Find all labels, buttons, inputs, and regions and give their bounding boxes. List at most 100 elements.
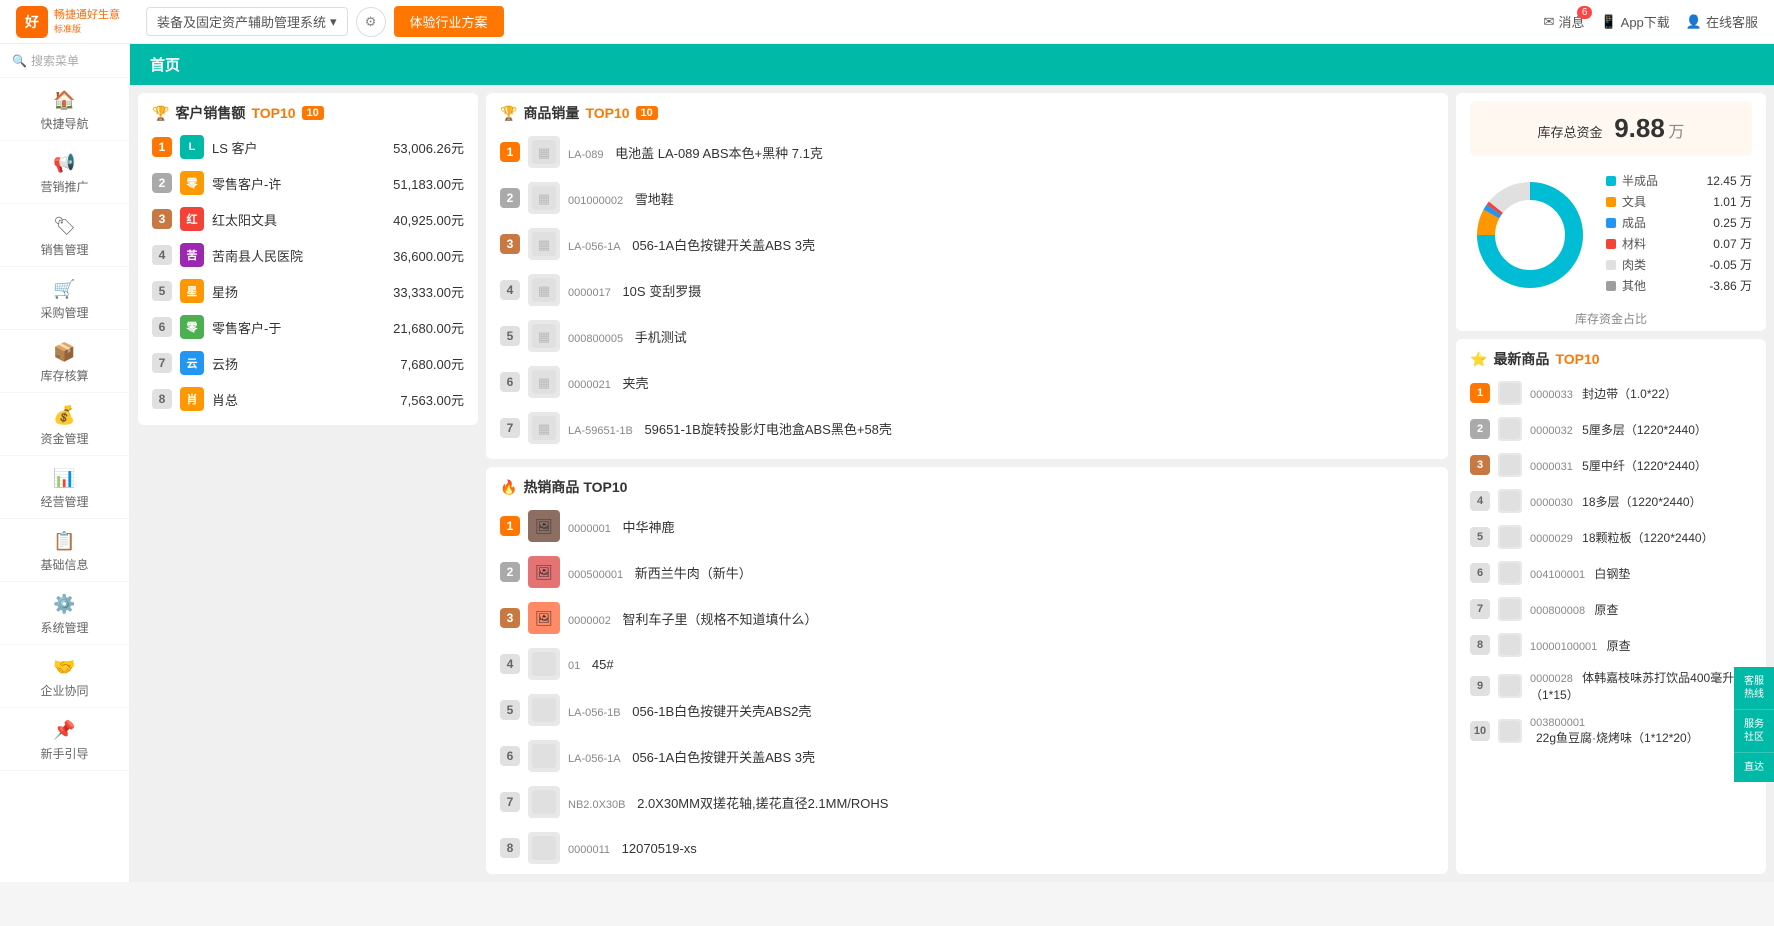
sidebar-item-inventory[interactable]: 📦 库存核算 bbox=[0, 330, 129, 393]
new-product-name: 原查 bbox=[1607, 639, 1631, 653]
new-product-item: 3 0000031 5厘中纤（1220*2440） bbox=[1456, 447, 1766, 483]
customer-ranking-body: 1 L LS 客户 53,006.26元 2 零 零售客户-许 51,183.0… bbox=[138, 129, 478, 425]
new-product-code: 0000032 bbox=[1530, 425, 1573, 437]
product-info: 0000011 12070519-xs bbox=[568, 841, 1434, 856]
rank-value: 7,680.00元 bbox=[400, 354, 464, 373]
basics-icon: 📋 bbox=[53, 531, 75, 552]
new-product-thumb bbox=[1498, 453, 1522, 477]
logo-sub: 标准版 bbox=[54, 22, 120, 35]
hot-rank-number: 4 bbox=[500, 654, 520, 674]
operations-icon: 📊 bbox=[53, 468, 75, 489]
sidebar-label-sales: 销售管理 bbox=[40, 241, 88, 258]
new-product-info: 10000100001 原查 bbox=[1530, 637, 1752, 654]
guide-icon: 📌 bbox=[53, 720, 75, 741]
new-rank-number: 1 bbox=[1470, 383, 1490, 403]
donut-section: 半成品 12.45 万 文具 1.01 万 成品 0 bbox=[1456, 164, 1766, 306]
sidebar-item-purchase[interactable]: 🛒 采购管理 bbox=[0, 267, 129, 330]
new-rank-number: 6 bbox=[1470, 563, 1490, 583]
hot-product-item: 7 NB2.0X30B 2.0X30MM双搓花轴,搓花直径2.1MM/ROHS bbox=[486, 779, 1448, 825]
legend-dot-meat bbox=[1606, 260, 1616, 270]
product-thumb: ▦ bbox=[528, 228, 560, 260]
rank-name: 苦南县人民医院 bbox=[212, 246, 385, 265]
rank-name: 零售客户-于 bbox=[212, 318, 385, 337]
product-name: 59651-1B旋转投影灯电池盒ABS黑色+58壳 bbox=[644, 422, 891, 437]
legend-item-other: 其他 -3.86 万 bbox=[1606, 277, 1752, 294]
settings-button[interactable]: ⚙ bbox=[356, 7, 386, 37]
rank-name: LS 客户 bbox=[212, 138, 385, 157]
product-thumb: ▦ bbox=[528, 366, 560, 398]
hot-product-item: 4 01 45# bbox=[486, 641, 1448, 687]
sidebar-item-cooperation[interactable]: 🤝 企业协同 bbox=[0, 645, 129, 708]
inventory-total: 库存总资金 9.88 万 bbox=[1470, 101, 1752, 156]
new-products-body: 1 0000033 封边带（1.0*22） 2 0000032 5厘多层（122… bbox=[1456, 375, 1766, 760]
rank-name: 肖总 bbox=[212, 390, 392, 409]
content: 首页 🏆 客户销售额 TOP10 10 1 L LS 客户 53,006.26元 bbox=[130, 44, 1774, 882]
sidebar-item-finance[interactable]: 💰 资金管理 bbox=[0, 393, 129, 456]
sidebar-item-system[interactable]: ⚙️ 系统管理 bbox=[0, 582, 129, 645]
rank-avatar: 肖 bbox=[180, 387, 204, 411]
customer-ranking-title: 客户销售额 bbox=[175, 103, 245, 123]
hot-products-body: 1 🖼 0000001 中华神鹿 2 🖼 000500001 新西兰牛肉（新牛）… bbox=[486, 503, 1448, 874]
direct-button[interactable]: 直达 bbox=[1734, 753, 1774, 782]
message-badge: 6 bbox=[1577, 6, 1593, 19]
legend-item-stationery: 文具 1.01 万 bbox=[1606, 193, 1752, 210]
sidebar-label-cooperation: 企业协同 bbox=[40, 682, 88, 699]
sidebar-item-guide[interactable]: 📌 新手引导 bbox=[0, 708, 129, 771]
customer-ranking-header: 🏆 客户销售额 TOP10 10 bbox=[138, 93, 478, 129]
page-body: 🏆 客户销售额 TOP10 10 1 L LS 客户 53,006.26元 2 … bbox=[130, 85, 1774, 882]
inv-footer: 库存资金占比 bbox=[1456, 306, 1766, 331]
message-button[interactable]: ✉ 消息 6 bbox=[1544, 12, 1585, 31]
svg-text:▦: ▦ bbox=[538, 145, 550, 160]
sold-out-body: 1 ▦ LA-089 电池盖 LA-089 ABS本色+黑种 7.1克 2 ▦ … bbox=[486, 129, 1448, 459]
chevron-down-icon: ▾ bbox=[330, 14, 337, 30]
new-product-thumb bbox=[1498, 381, 1522, 405]
product-info: 000800005 手机测试 bbox=[568, 327, 1434, 346]
sidebar-item-marketing[interactable]: 📢 营销推广 bbox=[0, 141, 129, 204]
new-product-item: 1 0000033 封边带（1.0*22） bbox=[1456, 375, 1766, 411]
sidebar-item-basics[interactable]: 📋 基础信息 bbox=[0, 519, 129, 582]
marketing-icon: 📢 bbox=[53, 153, 75, 174]
new-product-item: 9 0000028 体韩嘉枝味苏打饮品400毫升（1*15） bbox=[1456, 663, 1766, 709]
legend-item-finished: 成品 0.25 万 bbox=[1606, 214, 1752, 231]
product-code: 0000002 bbox=[568, 615, 611, 627]
inventory-label: 库存总资金 bbox=[1538, 125, 1603, 140]
online-service-button[interactable]: 👤 在线客服 bbox=[1686, 12, 1758, 31]
sidebar-search[interactable]: 🔍 搜索菜单 bbox=[0, 44, 129, 78]
new-product-thumb bbox=[1498, 417, 1522, 441]
product-info: 001000002 雪地鞋 bbox=[568, 189, 1434, 208]
customer-service-button[interactable]: 客服热线 bbox=[1734, 667, 1774, 710]
new-product-code: 0000029 bbox=[1530, 533, 1573, 545]
hot-rank-number: 8 bbox=[500, 838, 520, 858]
trial-button[interactable]: 体验行业方案 bbox=[394, 6, 504, 37]
new-product-item: 10 003800001 22g鱼豆腐·烧烤味（1*12*20） bbox=[1456, 709, 1766, 752]
service-community-button[interactable]: 服务社区 bbox=[1734, 710, 1774, 753]
new-product-info: 0000033 封边带（1.0*22） bbox=[1530, 385, 1752, 402]
sidebar-label-inventory: 库存核算 bbox=[40, 367, 88, 384]
trophy-icon: 🏆 bbox=[152, 105, 169, 122]
legend-dot-finished bbox=[1606, 218, 1616, 228]
customer-ranking-panel: 🏆 客户销售额 TOP10 10 1 L LS 客户 53,006.26元 2 … bbox=[138, 93, 478, 425]
hot-rank-number: 2 bbox=[500, 562, 520, 582]
product-name: 电池盖 LA-089 ABS本色+黑种 7.1克 bbox=[615, 146, 823, 161]
system-selector[interactable]: 装备及固定资产辅助管理系统 ▾ bbox=[146, 7, 348, 36]
legend-dot-semifinished bbox=[1606, 176, 1616, 186]
sidebar-item-operations[interactable]: 📊 经营管理 bbox=[0, 456, 129, 519]
inventory-panel: 库存总资金 9.88 万 bbox=[1456, 93, 1766, 331]
rank-number: 6 bbox=[152, 317, 172, 337]
sidebar-item-sales[interactable]: 🏷 销售管理 bbox=[0, 204, 129, 267]
svg-text:▦: ▦ bbox=[538, 283, 550, 298]
product-code: 0000011 bbox=[568, 844, 610, 856]
sales-icon: 🏷 bbox=[53, 216, 76, 237]
app-download-button[interactable]: 📱 App下载 bbox=[1600, 12, 1669, 31]
purchase-icon: 🛒 bbox=[53, 279, 75, 300]
new-products-header: ⭐ 最新商品 TOP10 bbox=[1456, 339, 1766, 375]
new-product-thumb bbox=[1498, 489, 1522, 513]
sidebar-label-system: 系统管理 bbox=[40, 619, 88, 636]
new-product-code: 0000031 bbox=[1530, 461, 1573, 473]
product-info: 0000017 10S 变刮罗摄 bbox=[568, 281, 1434, 300]
rank-avatar: 零 bbox=[180, 315, 204, 339]
new-product-code: 10000100001 bbox=[1530, 641, 1597, 653]
customer-ranking-list: 1 L LS 客户 53,006.26元 2 零 零售客户-许 51,183.0… bbox=[138, 129, 478, 417]
product-info: LA-056-1B 056-1B白色按键开关壳ABS2壳 bbox=[568, 701, 1434, 720]
sidebar-item-quick-nav[interactable]: 🏠 快捷导航 bbox=[0, 78, 129, 141]
